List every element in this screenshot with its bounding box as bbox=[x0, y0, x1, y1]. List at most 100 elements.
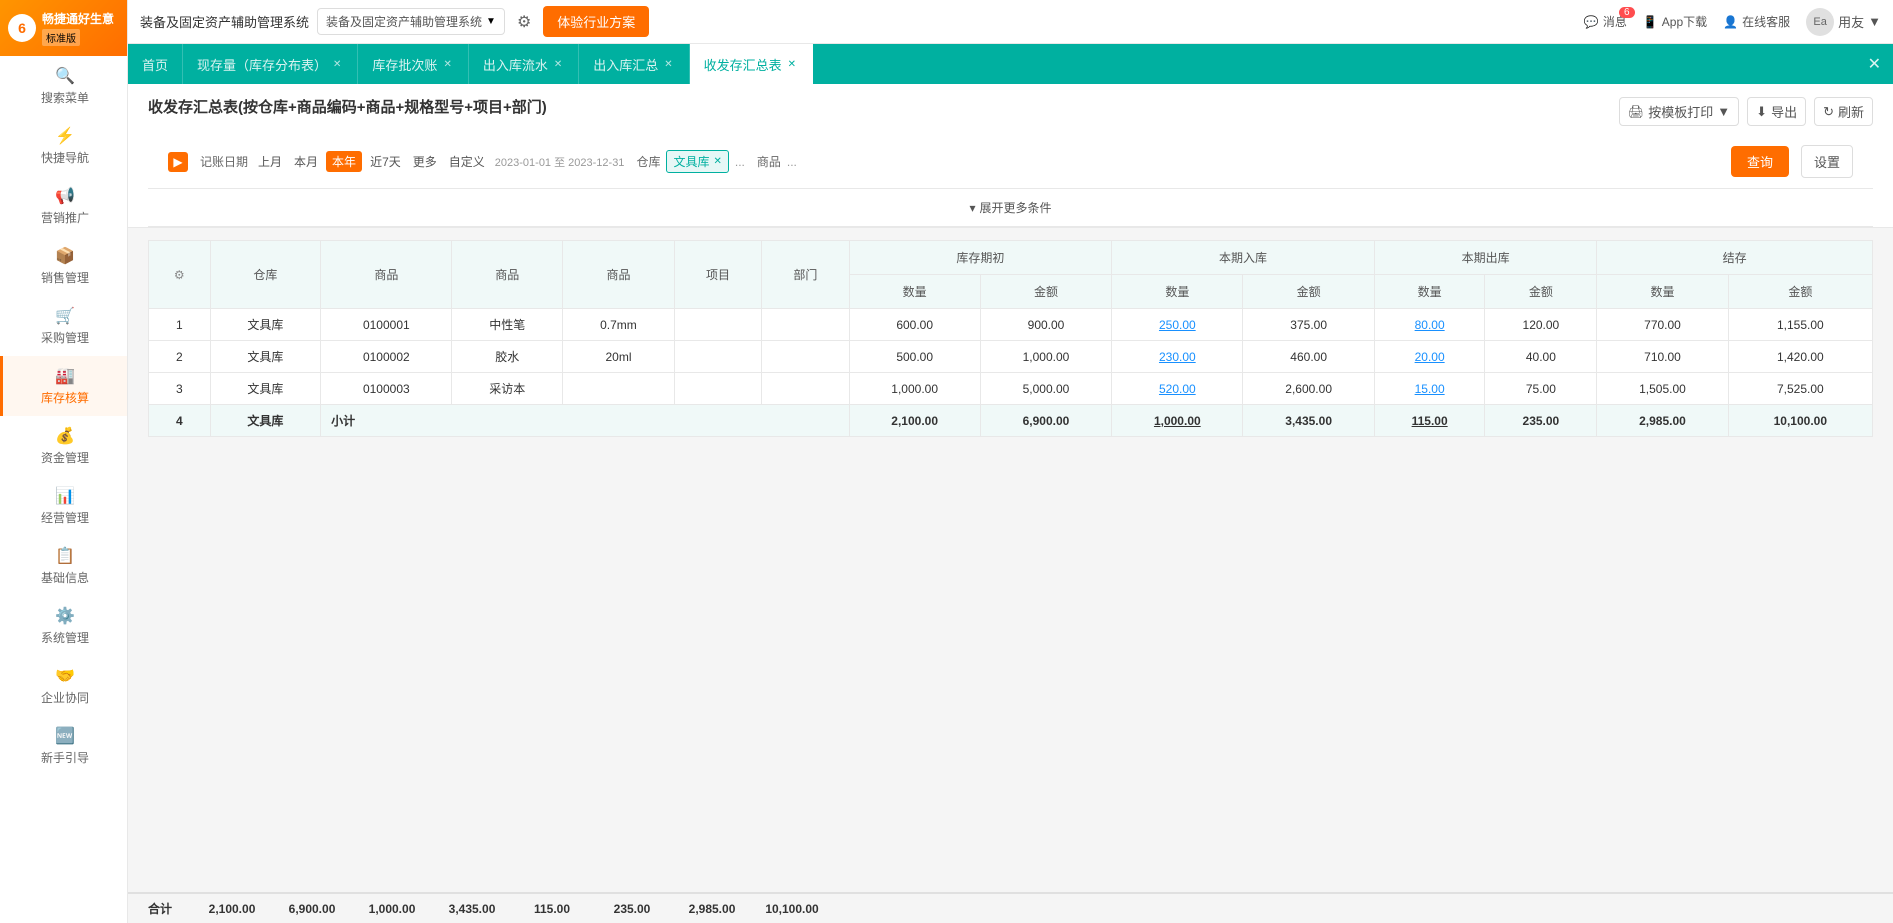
th-goods-spec: 商品 bbox=[563, 241, 675, 309]
user-chevron-icon: ▼ bbox=[1868, 14, 1881, 29]
subtotal-no: 4 bbox=[149, 405, 211, 437]
setting-button[interactable]: 设置 bbox=[1801, 145, 1853, 178]
tab-close-summary[interactable]: ✕ bbox=[662, 57, 674, 72]
tab-inventory-dist-label: 现存量（库存分布表） bbox=[197, 55, 327, 74]
row-no: 1 bbox=[149, 309, 211, 341]
row-in-qty[interactable]: 250.00 bbox=[1112, 309, 1243, 341]
tab-summary[interactable]: 出入库汇总 ✕ bbox=[579, 44, 689, 84]
system-name: 装备及固定资产辅助管理系统 bbox=[140, 12, 309, 31]
table-gear-icon[interactable]: ⚙ bbox=[174, 268, 185, 282]
tab-close-batch[interactable]: ✕ bbox=[441, 57, 453, 72]
search-icon: 🔍 bbox=[55, 66, 75, 86]
sidebar-item-marketing[interactable]: 📢 营销推广 bbox=[0, 176, 127, 236]
tab-flow[interactable]: 出入库流水 ✕ bbox=[469, 44, 579, 84]
row-out-qty[interactable]: 20.00 bbox=[1374, 341, 1485, 373]
sidebar-label-operation: 经营管理 bbox=[41, 509, 89, 526]
app-download-button[interactable]: 📱 App下载 bbox=[1643, 13, 1707, 30]
sidebar-label-inventory: 库存核算 bbox=[41, 389, 89, 406]
date-btn-this-year[interactable]: 本年 bbox=[326, 151, 362, 172]
chevron-print-icon: ▼ bbox=[1717, 104, 1730, 119]
sidebar-label-quick: 快捷导航 bbox=[41, 149, 89, 166]
row-out-qty[interactable]: 15.00 bbox=[1374, 373, 1485, 405]
tab-batch[interactable]: 库存批次账 ✕ bbox=[358, 44, 468, 84]
goods-more-button[interactable]: ... bbox=[787, 155, 797, 169]
online-service-button[interactable]: 👤 在线客服 bbox=[1723, 13, 1790, 30]
th-out-qty: 数量 bbox=[1374, 275, 1485, 309]
export-button[interactable]: ⬇ 导出 bbox=[1747, 97, 1806, 126]
row-in-amt: 375.00 bbox=[1243, 309, 1374, 341]
th-open-qty: 数量 bbox=[849, 275, 980, 309]
sidebar-item-system[interactable]: ⚙️ 系统管理 bbox=[0, 596, 127, 656]
goods-filter-label: 商品 bbox=[757, 153, 781, 170]
settings-icon[interactable]: ⚙ bbox=[513, 8, 535, 36]
date-filter-section: 记账日期 上月 本月 本年 近7天 更多 自定义 2023-01-01 至 20… bbox=[200, 151, 624, 172]
user-menu[interactable]: Ea 用友 ▼ bbox=[1806, 8, 1881, 36]
filter-collapse-button[interactable]: ▶ bbox=[168, 152, 188, 172]
message-button[interactable]: 💬 消息 6 bbox=[1584, 13, 1627, 30]
date-shortcuts: 上月 本月 本年 近7天 更多 自定义 bbox=[254, 151, 489, 172]
tab-close-flow[interactable]: ✕ bbox=[552, 57, 564, 72]
tab-summary-label: 出入库汇总 bbox=[593, 55, 658, 74]
th-warehouse: 仓库 bbox=[210, 241, 321, 309]
tab-home[interactable]: 首页 bbox=[128, 44, 183, 84]
tab-recv-summary[interactable]: 收发存汇总表 ✕ bbox=[690, 44, 813, 84]
sidebar-item-search[interactable]: 🔍 搜索菜单 bbox=[0, 56, 127, 116]
tab-inventory-dist[interactable]: 现存量（库存分布表） ✕ bbox=[183, 44, 358, 84]
row-in-amt: 460.00 bbox=[1243, 341, 1374, 373]
row-code: 0100001 bbox=[321, 309, 452, 341]
row-in-qty[interactable]: 230.00 bbox=[1112, 341, 1243, 373]
tab-close-inventory-dist[interactable]: ✕ bbox=[331, 57, 343, 72]
sidebar-item-operation[interactable]: 📊 经营管理 bbox=[0, 476, 127, 536]
total-out-amt: 235.00 bbox=[592, 902, 672, 916]
query-button[interactable]: 查询 bbox=[1731, 146, 1789, 177]
sidebar-nav: 🔍 搜索菜单 ⚡ 快捷导航 📢 营销推广 📦 销售管理 🛒 采购管理 🏭 库存核… bbox=[0, 56, 127, 923]
row-out-qty[interactable]: 80.00 bbox=[1374, 309, 1485, 341]
trial-button[interactable]: 体验行业方案 bbox=[543, 6, 649, 37]
warehouse-filter-section: 仓库 文具库 ✕ ... bbox=[636, 150, 744, 173]
sidebar-item-purchase[interactable]: 🛒 采购管理 bbox=[0, 296, 127, 356]
data-table: ⚙ 仓库 商品 商品 商品 项目 部门 库存期初 本期入库 本期出库 结存 数量 bbox=[148, 240, 1873, 437]
row-bal-amt: 1,420.00 bbox=[1728, 341, 1872, 373]
warehouse-more-button[interactable]: ... bbox=[735, 155, 745, 169]
row-in-qty[interactable]: 520.00 bbox=[1112, 373, 1243, 405]
subtotal-row: 4 文具库 小计 2,100.00 6,900.00 1,000.00 3,43… bbox=[149, 405, 1873, 437]
sidebar-label-system: 系统管理 bbox=[41, 629, 89, 646]
sidebar-item-guide[interactable]: 🆕 新手引导 bbox=[0, 716, 127, 776]
date-btn-this-month[interactable]: 本月 bbox=[290, 151, 322, 172]
sidebar-item-inventory[interactable]: 🏭 库存核算 bbox=[0, 356, 127, 416]
guide-icon: 🆕 bbox=[55, 726, 75, 746]
system-select[interactable]: 装备及固定资产辅助管理系统 ▼ bbox=[317, 8, 505, 35]
sidebar-logo[interactable]: 6 畅捷通好生意 标准版 bbox=[0, 0, 127, 56]
row-code: 0100002 bbox=[321, 341, 452, 373]
close-all-tabs[interactable]: ✕ bbox=[1856, 54, 1893, 74]
refresh-button[interactable]: ↻ 刷新 bbox=[1814, 97, 1873, 126]
th-settings[interactable]: ⚙ bbox=[149, 241, 211, 309]
row-dept bbox=[762, 341, 849, 373]
sidebar-item-sales[interactable]: 📦 销售管理 bbox=[0, 236, 127, 296]
date-btn-last-month[interactable]: 上月 bbox=[254, 151, 286, 172]
tab-close-recv-summary[interactable]: ✕ bbox=[786, 57, 798, 72]
th-open-amt: 金额 bbox=[980, 275, 1111, 309]
date-btn-7days[interactable]: 近7天 bbox=[366, 151, 405, 172]
print-button[interactable]: 🖨 按模板打印 ▼ bbox=[1619, 97, 1739, 126]
expand-conditions-button[interactable]: ▾ 展开更多条件 bbox=[961, 195, 1059, 220]
sidebar-item-basic[interactable]: 📋 基础信息 bbox=[0, 536, 127, 596]
th-dept: 部门 bbox=[762, 241, 849, 309]
chevron-down-icon: ▼ bbox=[486, 16, 496, 27]
row-in-amt: 2,600.00 bbox=[1243, 373, 1374, 405]
expand-bar: ▾ 展开更多条件 bbox=[148, 189, 1873, 227]
row-project bbox=[674, 309, 761, 341]
subtotal-label: 小计 bbox=[321, 405, 849, 437]
sidebar-item-collab[interactable]: 🤝 企业协同 bbox=[0, 656, 127, 716]
row-name: 采访本 bbox=[452, 373, 563, 405]
row-bal-amt: 7,525.00 bbox=[1728, 373, 1872, 405]
row-bal-qty: 710.00 bbox=[1597, 341, 1728, 373]
date-btn-more[interactable]: 更多 bbox=[409, 151, 441, 172]
date-range-display: 2023-01-01 至 2023-12-31 bbox=[495, 154, 625, 170]
sidebar-item-quick[interactable]: ⚡ 快捷导航 bbox=[0, 116, 127, 176]
warehouse-tag-close[interactable]: ✕ bbox=[713, 156, 721, 167]
date-btn-custom[interactable]: 自定义 bbox=[445, 151, 489, 172]
avatar: Ea bbox=[1806, 8, 1834, 36]
message-icon: 💬 bbox=[1584, 15, 1599, 29]
sidebar-item-finance[interactable]: 💰 资金管理 bbox=[0, 416, 127, 476]
